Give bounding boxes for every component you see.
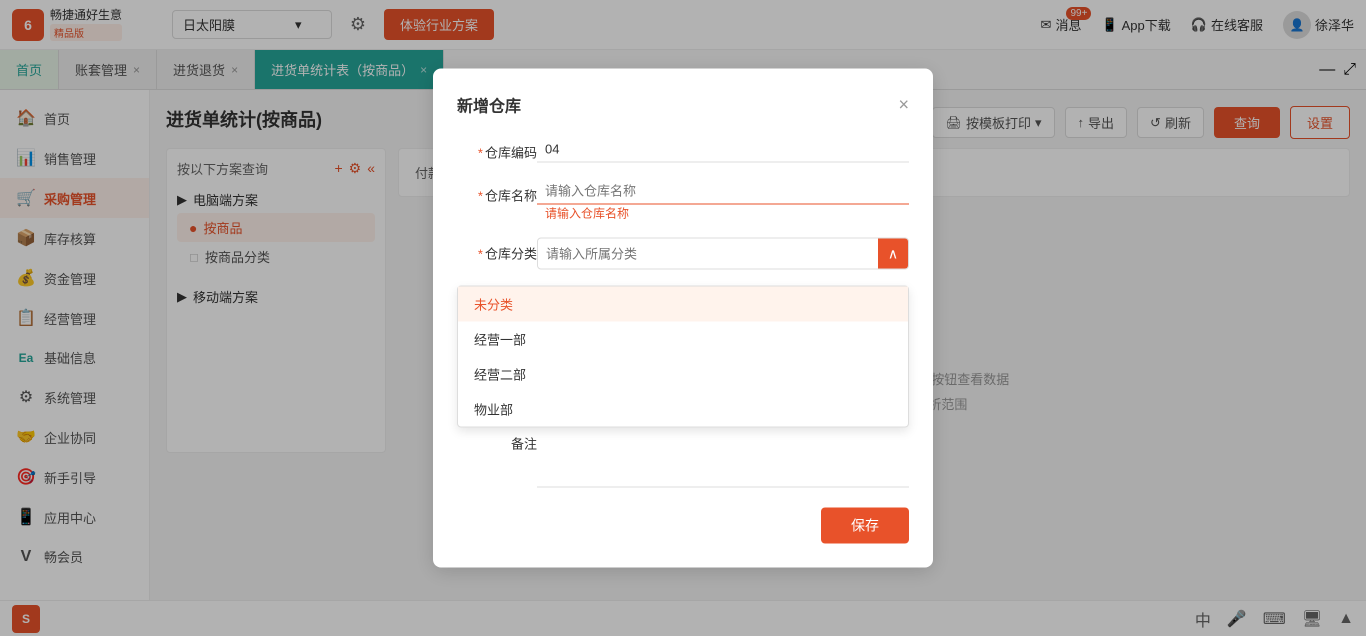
modal-footer: 保存 [457, 508, 909, 544]
modal-header: 新增仓库 × [457, 93, 909, 117]
notes-field-row: 备注 [457, 428, 909, 488]
name-label: 仓库名称 [457, 179, 537, 204]
category-field-row: 仓库分类 ∧ [457, 238, 909, 270]
category-container: ∧ [537, 238, 909, 270]
dropdown-item-uncategorized[interactable]: 未分类 [458, 287, 908, 322]
dropdown-item-property[interactable]: 物业部 [458, 392, 908, 427]
dropdown-container: 未分类 经营一部 经营二部 物业部 [457, 286, 909, 428]
category-toggle-btn[interactable]: ∧ [878, 239, 908, 269]
modal-close-btn[interactable]: × [898, 94, 909, 115]
name-error-msg: 请输入仓库名称 [545, 205, 629, 222]
code-label: 仓库编码 [457, 137, 537, 162]
code-field-row: 仓库编码 [457, 137, 909, 163]
new-warehouse-modal: 新增仓库 × 仓库编码 仓库名称 请输入仓库名称 仓库分类 ∧ 未分类 经营一部 [433, 69, 933, 568]
dropdown-item-ops1[interactable]: 经营一部 [458, 322, 908, 357]
save-button[interactable]: 保存 [821, 508, 909, 544]
name-input[interactable] [537, 179, 909, 205]
dropdown-item-ops2[interactable]: 经营二部 [458, 357, 908, 392]
category-input-wrap: ∧ [537, 238, 909, 270]
notes-label: 备注 [457, 428, 537, 453]
code-input[interactable] [537, 137, 909, 163]
name-field-row: 仓库名称 请输入仓库名称 [457, 179, 909, 222]
category-label: 仓库分类 [457, 238, 537, 263]
category-dropdown: 未分类 经营一部 经营二部 物业部 [457, 286, 909, 428]
notes-textarea[interactable] [537, 428, 909, 488]
modal-title: 新增仓库 [457, 93, 521, 117]
category-input[interactable] [538, 241, 878, 266]
